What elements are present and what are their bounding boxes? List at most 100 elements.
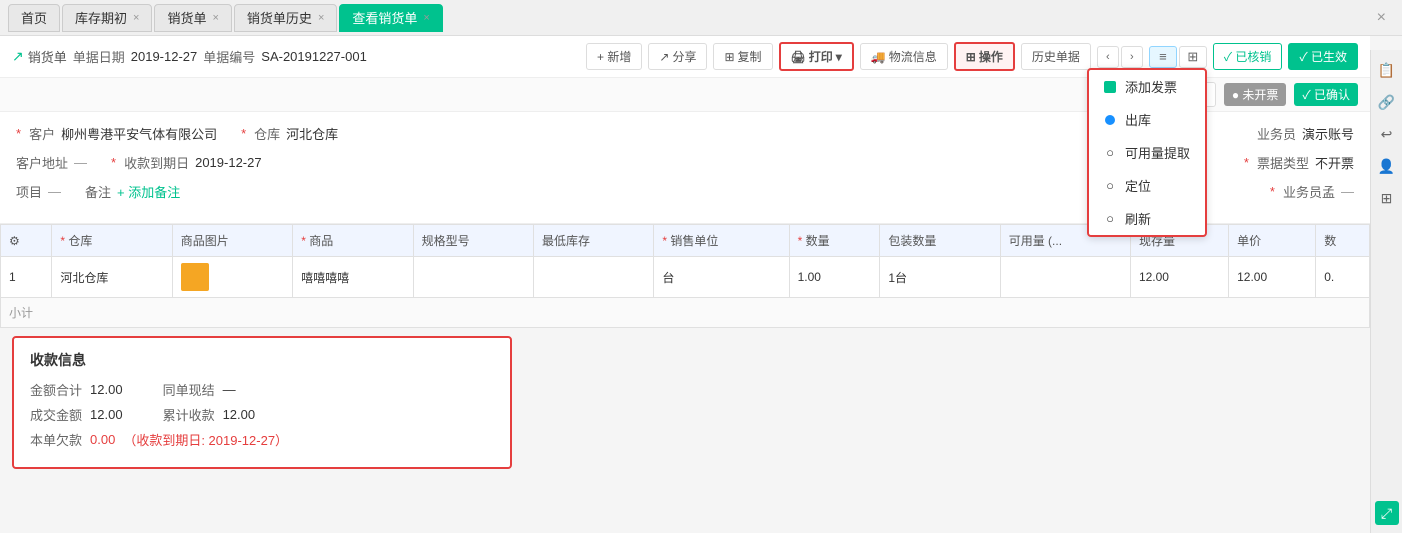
cumulative-value: 12.00 — [223, 407, 256, 422]
row-unit-price[interactable]: 12.00 — [1229, 257, 1316, 298]
tab-home[interactable]: 首页 — [8, 4, 60, 32]
share-label: 分享 — [672, 48, 696, 65]
tab-bar: 首页 库存期初 × 销货单 × 销货单历史 × 查看销货单 × × — [0, 0, 1402, 36]
sidebar-btn-1[interactable]: 📋 — [1375, 58, 1399, 82]
salesman-label: 业务员孟 — [1283, 182, 1335, 201]
product-image — [181, 263, 209, 291]
list-view-button[interactable]: ≡ — [1149, 46, 1177, 68]
doc-info: ↗ 销货单 单据日期 2019-12-27 单据编号 SA-20191227-0… — [12, 47, 367, 66]
outbound-icon — [1103, 113, 1117, 127]
confirm-button[interactable]: ✓ 已确认 — [1294, 83, 1358, 106]
total-value: 12.00 — [90, 382, 123, 397]
view-buttons: ≡ ⊞ — [1149, 46, 1207, 68]
window-close-button[interactable]: × — [1369, 9, 1394, 27]
print-dropdown-arrow: ▾ — [836, 50, 842, 64]
effective-button[interactable]: ✓ 已生效 — [1288, 43, 1358, 70]
payment-row-2: 成交金额 12.00 累计收款 12.00 — [30, 405, 494, 424]
sidebar-btn-2[interactable]: 🔗 — [1375, 90, 1399, 114]
add-invoice-label: 添加发票 — [1125, 77, 1177, 96]
transaction-value: 12.00 — [90, 407, 123, 422]
warehouse-value[interactable]: 河北仓库 — [286, 124, 338, 143]
locate-item[interactable]: ○ 定位 — [1089, 169, 1205, 202]
sidebar-btn-5[interactable]: ⊞ — [1375, 186, 1399, 210]
grid-view-button[interactable]: ⊞ — [1179, 46, 1207, 68]
row-product[interactable]: 嘻嘻嘻嘻 — [293, 257, 413, 298]
transaction-label: 成交金额 — [30, 405, 82, 424]
refresh-item[interactable]: ○ 刷新 — [1089, 202, 1205, 235]
new-button[interactable]: + 新增 — [586, 43, 642, 70]
row-min-stock — [533, 257, 653, 298]
operate-label: 操作 — [979, 48, 1003, 65]
sidebar-btn-3[interactable]: ↩ — [1375, 122, 1399, 146]
tab-sales-order-label: 销货单 — [167, 8, 206, 27]
customer-value[interactable]: 柳州粤港平安气体有限公司 — [61, 124, 217, 143]
print-button[interactable]: 🖨 打印 ▾ — [779, 42, 854, 71]
row-num: 1 — [1, 257, 52, 298]
address-value[interactable]: — — [74, 155, 87, 170]
confirm-icon: ✓ — [1302, 88, 1310, 102]
copy-label: 复制 — [738, 48, 762, 65]
row-available — [1000, 257, 1130, 298]
prev-button[interactable]: ‹ — [1097, 46, 1119, 68]
row-unit: 台 — [654, 257, 789, 298]
confirm-label: 已确认 — [1314, 88, 1350, 102]
customer-field: * 客户 柳州粤港平安气体有限公司 — [16, 124, 217, 143]
available-extract-item[interactable]: ○ 可用量提取 — [1089, 136, 1205, 169]
tab-sales-history[interactable]: 销货单历史 × — [234, 4, 337, 32]
share-button[interactable]: ↗ 分享 — [648, 43, 707, 70]
operate-button[interactable]: ⊞ 操作 — [954, 42, 1015, 71]
staff-label: 业务员 — [1257, 124, 1296, 143]
number-label: 单据编号 — [203, 47, 255, 66]
col-qty: * 数量 — [789, 225, 880, 257]
address-field: 客户地址 — — [16, 153, 87, 172]
page-wrapper: 首页 库存期初 × 销货单 × 销货单历史 × 查看销货单 × × ↗ 销货单 — [0, 0, 1402, 533]
col-settings[interactable]: ⚙ — [1, 225, 52, 257]
row-amount: 0. — [1316, 257, 1370, 298]
copy-button[interactable]: ⊞ 复制 — [713, 43, 772, 70]
row-qty[interactable]: 1.00 — [789, 257, 880, 298]
project-field: 项目 — — [16, 182, 61, 201]
next-button[interactable]: › — [1121, 46, 1143, 68]
sidebar-btn-expand[interactable]: ⤢ — [1375, 501, 1399, 525]
payment-title: 收款信息 — [30, 350, 494, 370]
customer-label: 客户 — [29, 124, 55, 143]
tab-inventory-init-label: 库存期初 — [75, 8, 127, 27]
logistics-button[interactable]: 🚚 物流信息 — [860, 43, 948, 70]
tab-view-sales-close[interactable]: × — [423, 12, 429, 24]
row-img — [172, 257, 292, 298]
note-label: 备注 — [85, 182, 111, 201]
history-button[interactable]: 历史单据 — [1021, 43, 1091, 70]
effective-icon: ✓ — [1299, 50, 1307, 64]
project-value[interactable]: — — [48, 184, 61, 199]
tab-view-sales[interactable]: 查看销货单 × — [339, 4, 442, 32]
ticket-type-value[interactable]: 不开票 — [1315, 153, 1354, 172]
unopened-button[interactable]: ● 未开票 — [1224, 83, 1287, 106]
tab-sales-history-close[interactable]: × — [318, 12, 324, 24]
add-invoice-item[interactable]: 添加发票 — [1089, 70, 1205, 103]
col-img: 商品图片 — [172, 225, 292, 257]
warehouse-required-mark: * — [241, 126, 246, 141]
table-wrap: ⚙ * 仓库 商品图片 * 商品 规格型号 最低库存 * 销售单位 * 数量 包… — [0, 223, 1370, 328]
sidebar-btn-4[interactable]: 👤 — [1375, 154, 1399, 178]
subtotal-row: 小计 — [1, 298, 1370, 328]
tab-sales-order-close[interactable]: × — [212, 12, 218, 24]
outbound-item[interactable]: 出库 — [1089, 103, 1205, 136]
due-date-value[interactable]: 2019-12-27 — [195, 155, 262, 170]
salesman-value[interactable]: — — [1341, 184, 1354, 199]
table-row: 1 河北仓库 嘻嘻嘻嘻 台 1.00 1台 12.00 12.00 — [1, 257, 1370, 298]
tab-inventory-init-close[interactable]: × — [133, 12, 139, 24]
staff-value: 演示账号 — [1302, 124, 1354, 143]
tab-sales-order[interactable]: 销货单 × — [154, 4, 231, 32]
available-extract-icon: ○ — [1103, 146, 1117, 160]
new-label: + 新增 — [597, 48, 631, 65]
ticket-required-mark: * — [1244, 155, 1249, 170]
due-date-label: 收款到期日 — [124, 153, 189, 172]
add-note-button[interactable]: + 添加备注 — [117, 182, 180, 201]
tab-inventory-init[interactable]: 库存期初 × — [62, 4, 152, 32]
date-label: 单据日期 — [73, 47, 125, 66]
cancelled-button[interactable]: ✓ 已核销 — [1213, 43, 1283, 70]
col-min-stock: 最低库存 — [533, 225, 653, 257]
add-invoice-icon — [1103, 80, 1117, 94]
ticket-type-field: * 票据类型 不开票 — [1244, 153, 1354, 172]
col-spec: 规格型号 — [413, 225, 533, 257]
